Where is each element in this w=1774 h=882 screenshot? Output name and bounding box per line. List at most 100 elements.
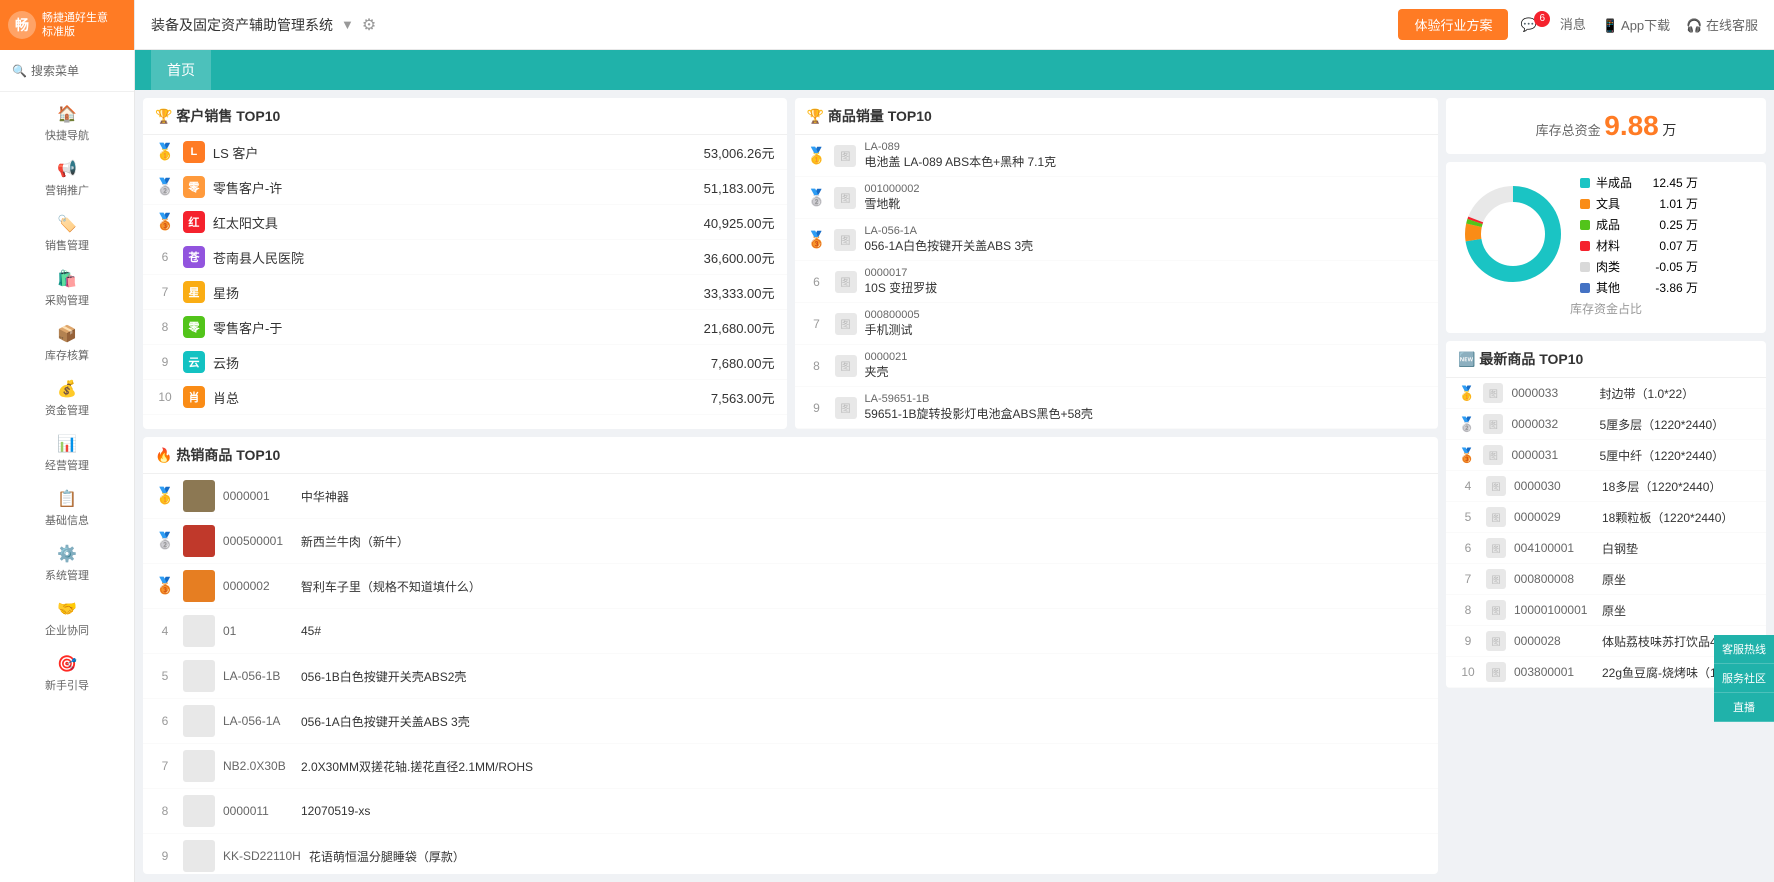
sidebar-item-quick[interactable]: 🏠 快捷导航 bbox=[0, 96, 134, 151]
nav-icon-operation: 📊 bbox=[57, 434, 77, 454]
stock-chart-card: 半成品 12.45 万 文具 1.01 万 成品 0.25 万 材料 0.07 … bbox=[1446, 162, 1766, 333]
newest-product-name: 封边带（1.0*22） bbox=[1599, 385, 1754, 402]
hot-product-name: 新西兰牛肉（新牛） bbox=[301, 533, 1426, 550]
app-download-button[interactable]: 📱 App下载 bbox=[1602, 15, 1670, 34]
customer-rank-row: 🥉 红 红太阳文具 40,925.00元 bbox=[143, 205, 787, 240]
search-icon: 🔍 bbox=[12, 64, 27, 78]
nav-icon-collab: 🤝 bbox=[57, 599, 77, 619]
product-rank-title: 🏆 商品销量 TOP10 bbox=[795, 98, 1439, 135]
content-nav: 首页 bbox=[135, 50, 1774, 90]
hot-product-name: 056-1A白色按键开关盖ABS 3壳 bbox=[301, 713, 1426, 730]
logo-area: 畅 畅捷通好生意 标准版 bbox=[0, 0, 134, 50]
system-name: 装备及固定资产辅助管理系统 bbox=[151, 15, 333, 35]
sidebar-item-collab[interactable]: 🤝 企业协同 bbox=[0, 591, 134, 646]
rank-number: 9 bbox=[155, 355, 175, 369]
hot-product-row: 8 0000011 12070519-xs bbox=[143, 789, 1438, 834]
system-selector[interactable]: 装备及固定资产辅助管理系统 ▼ ⚙ bbox=[151, 15, 1386, 35]
message-button[interactable]: 💬 6 消息 bbox=[1520, 14, 1585, 35]
hot-product-code: LA-056-1A bbox=[223, 714, 293, 728]
customer-amount: 51,183.00元 bbox=[704, 178, 775, 197]
newest-product-code: 000800008 bbox=[1514, 572, 1594, 586]
sidebar-item-guide[interactable]: 🎯 新手引导 bbox=[0, 646, 134, 701]
trial-button[interactable]: 体验行业方案 bbox=[1398, 9, 1508, 40]
bronze-medal2-icon: 🥉 bbox=[155, 576, 175, 596]
newest-product-img: 图 bbox=[1483, 445, 1503, 465]
hot-product-code: KK-SD22110H bbox=[223, 849, 301, 863]
product-img: 图 bbox=[834, 229, 856, 251]
newest-product-row: 6 图 004100001 白钢垫 bbox=[1446, 533, 1766, 564]
silver-medal-icon: 🥈 bbox=[155, 177, 175, 197]
newest-product-img: 图 bbox=[1486, 538, 1506, 558]
product-code: 000800005 bbox=[865, 309, 1427, 321]
hot-product-name: 12070519-xs bbox=[301, 804, 1426, 818]
nav-home[interactable]: 首页 bbox=[151, 50, 211, 90]
hot-product-img bbox=[183, 570, 215, 602]
silver-medal-icon: 🥈 bbox=[807, 188, 827, 208]
customer-name: 零售客户-于 bbox=[213, 318, 696, 337]
newest-rank-number: 4 bbox=[1458, 479, 1478, 493]
online-service-button[interactable]: 🎧 在线客服 bbox=[1686, 15, 1758, 34]
hot-product-row: 6 LA-056-1A 056-1A白色按键开关盖ABS 3壳 bbox=[143, 699, 1438, 744]
legend-value: 1.01 万 bbox=[1638, 195, 1698, 212]
customer-rank-row: 🥇 L LS 客户 53,006.26元 bbox=[143, 135, 787, 170]
newest-product-code: 0000031 bbox=[1511, 448, 1591, 462]
dropdown-icon[interactable]: ▼ bbox=[341, 17, 354, 32]
legend-value: 0.25 万 bbox=[1638, 216, 1698, 233]
search-menu-button[interactable]: 🔍 搜索菜单 bbox=[8, 58, 126, 83]
hot-product-name: 45# bbox=[301, 624, 1426, 638]
newest-product-name: 18多层（1220*2440） bbox=[1602, 478, 1754, 495]
product-code: LA-59651-1B bbox=[865, 393, 1427, 405]
sidebar-item-purchase[interactable]: 🛍️ 采购管理 bbox=[0, 261, 134, 316]
customer-rank-row: 9 云 云扬 7,680.00元 bbox=[143, 345, 787, 380]
nav-icon-base: 📋 bbox=[57, 489, 77, 509]
main-area: 装备及固定资产辅助管理系统 ▼ ⚙ 体验行业方案 💬 6 消息 📱 App下载 … bbox=[135, 0, 1774, 882]
product-rank-row: 9 图 LA-59651-1B 59651-1B旋转投影灯电池盒ABS黑色+58… bbox=[795, 387, 1439, 429]
legend-item: 材料 0.07 万 bbox=[1580, 237, 1698, 254]
sidebar-item-marketing[interactable]: 📢 营销推广 bbox=[0, 151, 134, 206]
hot-product-row: 7 NB2.0X30B 2.0X30MM双搓花轴.搓花直径2.1MM/ROHS bbox=[143, 744, 1438, 789]
newest-product-row: 7 图 000800008 原坐 bbox=[1446, 564, 1766, 595]
legend-color bbox=[1580, 283, 1590, 293]
hot-icon: 🔥 bbox=[155, 447, 172, 463]
gear-icon[interactable]: ⚙ bbox=[362, 15, 376, 35]
newest-products-title: 🆕 最新商品 TOP10 bbox=[1446, 341, 1766, 378]
sidebar-nav: 🏠 快捷导航 📢 营销推广 🏷️ 销售管理 🛍️ 采购管理 📦 库存核算 💰 资… bbox=[0, 92, 134, 882]
sidebar-item-base[interactable]: 📋 基础信息 bbox=[0, 481, 134, 536]
float-btn[interactable]: 服务社区 bbox=[1714, 664, 1774, 693]
stock-total-unit: 万 bbox=[1662, 122, 1676, 138]
rank-number: 6 bbox=[807, 275, 827, 289]
silver-medal2-icon: 🥈 bbox=[155, 531, 175, 551]
sidebar-item-sales[interactable]: 🏷️ 销售管理 bbox=[0, 206, 134, 261]
legend-item: 成品 0.25 万 bbox=[1580, 216, 1698, 233]
float-btn[interactable]: 客服热线 bbox=[1714, 635, 1774, 664]
customer-badge: 星 bbox=[183, 281, 205, 303]
stock-chart-label: 库存资金占比 bbox=[1458, 296, 1754, 321]
customer-amount: 7,680.00元 bbox=[711, 353, 775, 372]
newest-product-row: 🥇 图 0000033 封边带（1.0*22） bbox=[1446, 378, 1766, 409]
donut-chart bbox=[1458, 179, 1568, 292]
sidebar-search[interactable]: 🔍 搜索菜单 bbox=[0, 50, 134, 92]
nav-icon-purchase: 🛍️ bbox=[57, 269, 77, 289]
newest-product-img: 图 bbox=[1486, 507, 1506, 527]
customer-name: 零售客户-许 bbox=[213, 178, 696, 197]
legend-name: 文具 bbox=[1596, 195, 1632, 212]
sidebar-item-inventory[interactable]: 📦 库存核算 bbox=[0, 316, 134, 371]
newest-product-code: 003800001 bbox=[1514, 665, 1594, 679]
product-rank-row: 6 图 0000017 10S 变扭罗拔 bbox=[795, 261, 1439, 303]
float-btn[interactable]: 直播 bbox=[1714, 693, 1774, 722]
product-rank-row: 🥇 图 LA-089 电池盖 LA-089 ABS本色+黑种 7.1克 bbox=[795, 135, 1439, 177]
panel-right: 库存总资金 9.88 万 bbox=[1446, 98, 1766, 874]
sidebar-item-operation[interactable]: 📊 经营管理 bbox=[0, 426, 134, 481]
customer-rank-row: 7 星 星扬 33,333.00元 bbox=[143, 275, 787, 310]
gold-medal-icon: 🥇 bbox=[155, 142, 175, 162]
sidebar: 畅 畅捷通好生意 标准版 🔍 搜索菜单 🏠 快捷导航 📢 营销推广 🏷️ 销售管… bbox=[0, 0, 135, 882]
customer-rank-row: 🥈 零 零售客户-许 51,183.00元 bbox=[143, 170, 787, 205]
legend-color bbox=[1580, 178, 1590, 188]
legend-color bbox=[1580, 241, 1590, 251]
product-name: 59651-1B旋转投影灯电池盒ABS黑色+58壳 bbox=[865, 405, 1427, 422]
sidebar-item-system[interactable]: ⚙️ 系统管理 bbox=[0, 536, 134, 591]
legend-name: 其他 bbox=[1596, 279, 1632, 296]
sidebar-item-finance[interactable]: 💰 资金管理 bbox=[0, 371, 134, 426]
legend-name: 肉类 bbox=[1596, 258, 1632, 275]
customer-badge: 零 bbox=[183, 316, 205, 338]
